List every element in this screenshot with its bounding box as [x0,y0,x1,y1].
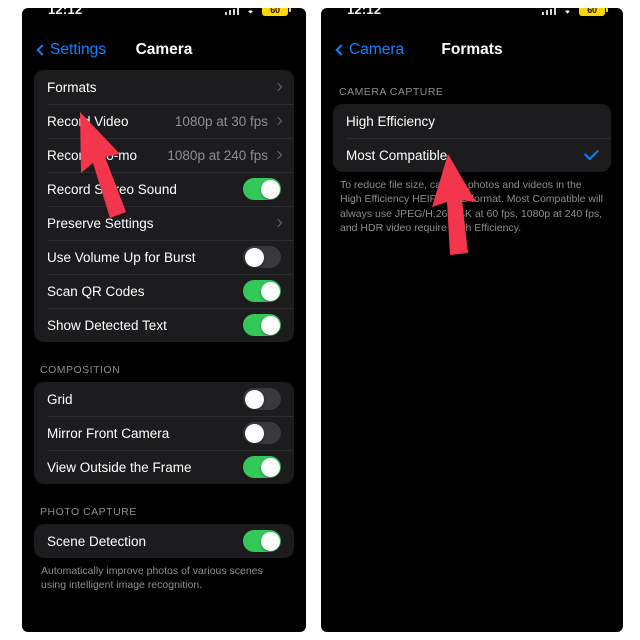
cellular-signal-icon [541,8,556,15]
row-label: View Outside the Frame [47,459,192,475]
status-bar-time: 12:12 [347,8,382,17]
screenshot-canvas: 12:12 60 Settings Camera Formats Record … [0,0,640,640]
back-button-label: Settings [50,41,107,58]
row-view-outside-the-frame[interactable]: View Outside the Frame [34,450,294,484]
toggle-knob [244,389,264,409]
row-label: High Efficiency [346,113,436,129]
row-label: Formats [47,79,97,95]
toggle-knob [260,457,280,477]
status-bar-indicators: 60 [541,8,608,16]
status-bar-right: 12:12 60 [321,8,623,30]
toggle-knob [260,315,280,335]
row-label: Record Slo-mo [47,147,138,163]
chevron-left-icon [335,44,347,56]
toggle-knob [244,247,264,267]
row-label: Preserve Settings [47,215,154,231]
toggle-grid[interactable] [243,388,281,410]
row-formats[interactable]: Formats [34,70,294,104]
back-button-settings[interactable]: Settings [36,41,107,59]
canvas-left-margin [0,0,22,640]
status-bar-left: 12:12 60 [22,8,306,30]
row-record-stereo-sound[interactable]: Record Stereo Sound [34,172,294,206]
canvas-right-margin [623,0,640,640]
row-scan-qr-codes[interactable]: Scan QR Codes [34,274,294,308]
row-mirror-front-camera[interactable]: Mirror Front Camera [34,416,294,450]
battery-low-power-icon: 60 [262,8,291,16]
row-label: Grid [47,391,73,407]
row-value: 1080p at 30 fps [174,113,268,129]
row-high-efficiency[interactable]: High Efficiency [333,104,611,138]
row-label: Use Volume Up for Burst [47,249,196,265]
toggle-use-volume-up-for-burst[interactable] [243,246,281,268]
toggle-show-detected-text[interactable] [243,314,281,336]
settings-list-left: Formats Record Video 1080p at 30 fps Rec… [22,70,306,593]
toggle-view-outside-the-frame[interactable] [243,456,281,478]
row-scene-detection[interactable]: Scene Detection [34,524,294,558]
top-spacer [333,70,611,86]
canvas-center-gutter [306,0,321,640]
row-preserve-settings[interactable]: Preserve Settings [34,206,294,240]
row-label: Scan QR Codes [47,283,145,299]
battery-percent-label: 60 [270,8,280,15]
row-use-volume-up-for-burst[interactable]: Use Volume Up for Burst [34,240,294,274]
wifi-icon [561,8,574,15]
row-grid[interactable]: Grid [34,382,294,416]
toggle-knob [260,179,280,199]
section-header-camera-capture: CAMERA CAPTURE [339,86,444,98]
section-header-photo-capture: PHOTO CAPTURE [40,506,137,518]
row-show-detected-text[interactable]: Show Detected Text [34,308,294,342]
chevron-right-icon [273,82,283,92]
status-bar-indicators: 60 [224,8,291,16]
cellular-signal-icon [224,8,239,15]
toggle-scene-detection[interactable] [243,530,281,552]
row-label: Show Detected Text [47,317,167,333]
toggle-mirror-front-camera[interactable] [243,422,281,444]
footnote-camera-capture: To reduce file size, capture photos and … [340,179,603,235]
toggle-knob [260,531,280,551]
nav-bar-left: Settings Camera [22,30,306,70]
row-most-compatible[interactable]: Most Compatible [333,138,611,172]
battery-percent-label: 60 [587,8,597,15]
row-label: Most Compatible [346,147,448,163]
wifi-icon [244,8,257,15]
nav-bar-right: Camera Formats [321,30,623,70]
row-record-video[interactable]: Record Video 1080p at 30 fps [34,104,294,138]
toggle-knob [260,281,280,301]
toggle-knob [244,423,264,443]
row-record-slo-mo[interactable]: Record Slo-mo 1080p at 240 fps [34,138,294,172]
phone-screen-camera-settings: 12:12 60 Settings Camera Formats Record … [22,8,306,632]
toggle-record-stereo-sound[interactable] [243,178,281,200]
battery-low-power-icon: 60 [579,8,608,16]
formats-list: CAMERA CAPTURE High Efficiency Most Comp… [321,70,623,236]
row-label: Record Stereo Sound [47,181,177,197]
chevron-right-icon [273,218,283,228]
row-label: Mirror Front Camera [47,425,170,441]
section-header-composition: COMPOSITION [40,364,121,376]
chevron-right-icon [273,116,283,126]
phone-screen-formats: 12:12 60 Camera Formats CAMERA CAPTURE H… [321,8,623,632]
status-bar-time: 12:12 [48,8,83,17]
settings-group-camera-capture: High Efficiency Most Compatible [333,104,611,172]
footnote-scene-detection: Automatically improve photos of various … [41,565,263,592]
settings-group-photo-capture: Scene Detection [34,524,294,558]
row-value: 1080p at 240 fps [167,147,268,163]
chevron-left-icon [36,44,48,56]
checkmark-icon [584,145,599,161]
settings-group-capture: Formats Record Video 1080p at 30 fps Rec… [34,70,294,342]
chevron-right-icon [273,150,283,160]
back-button-camera[interactable]: Camera [335,41,405,59]
back-button-label: Camera [349,41,405,58]
toggle-scan-qr-codes[interactable] [243,280,281,302]
row-label: Scene Detection [47,533,147,549]
row-label: Record Video [47,113,129,129]
settings-group-composition: Grid Mirror Front Camera View Outside th… [34,382,294,484]
